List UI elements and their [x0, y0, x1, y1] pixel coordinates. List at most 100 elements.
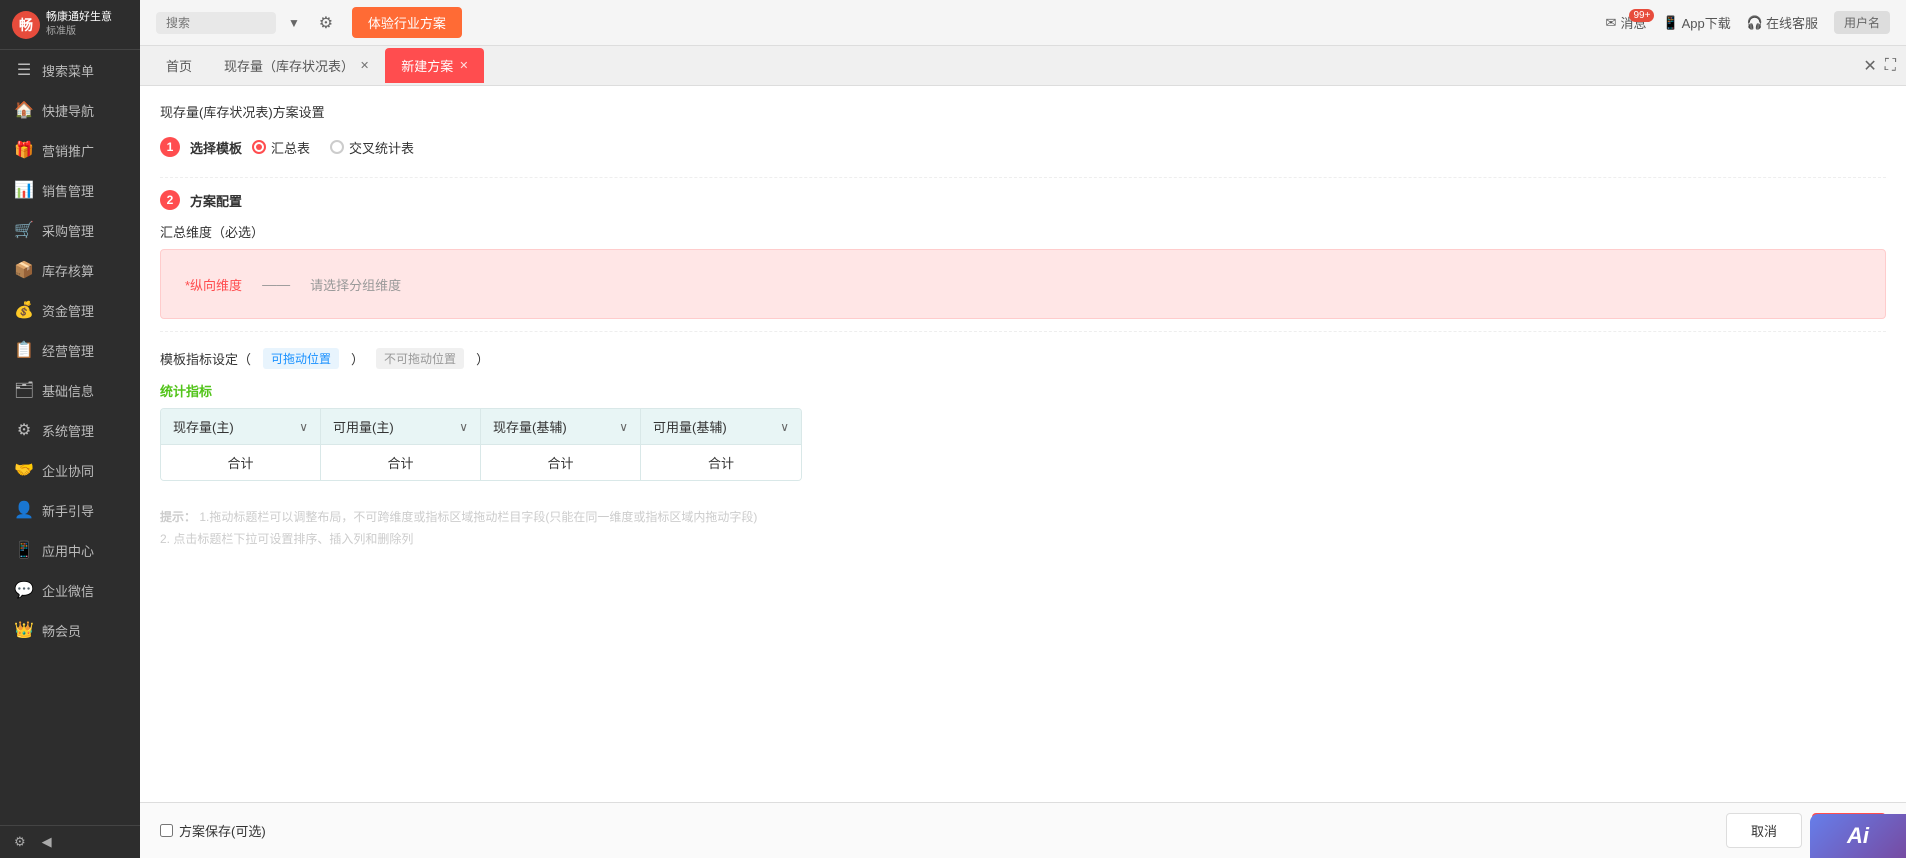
sidebar-item-label: 新手引导 [42, 501, 94, 520]
indicator-label-suffix: ） [351, 349, 364, 368]
radio-summary[interactable]: 汇总表 [252, 138, 310, 157]
tab-inventory-close[interactable]: ✕ [360, 59, 369, 72]
sidebar-item-label: 资金管理 [42, 301, 94, 320]
sidebar-footer: ⚙ ◀ [0, 825, 140, 858]
dimension-required: *纵向维度 [185, 275, 242, 294]
stats-col-1-chevron: ∨ [459, 420, 468, 434]
sidebar-item-label: 应用中心 [42, 541, 94, 560]
template-radio-group: 汇总表 交叉统计表 [252, 138, 414, 157]
stats-col-2-label: 现存量(基辅) [493, 417, 567, 436]
stats-col-3-chevron: ∨ [780, 420, 789, 434]
sidebar-item-search-menu[interactable]: ☰ 搜索菜单 [0, 50, 140, 90]
ai-label: Ai [1847, 823, 1869, 849]
online-service-button[interactable]: 🎧 在线客服 [1747, 13, 1818, 32]
page-title: 现存量(库存状况表)方案设置 [160, 102, 1886, 121]
stats-col-0-header[interactable]: 现存量(主) ∨ [161, 409, 321, 444]
tab-inventory[interactable]: 现存量（库存状况表） ✕ [208, 48, 385, 83]
dimension-placeholder: 请选择分组维度 [310, 275, 401, 294]
radio-summary-circle [252, 140, 266, 154]
stats-col-3-label: 可用量(基辅) [653, 417, 727, 436]
user-name: 用户名 [1844, 16, 1880, 30]
stats-col-1-label: 可用量(主) [333, 417, 394, 436]
separator1 [160, 177, 1886, 178]
sidebar-item-label: 系统管理 [42, 421, 94, 440]
tag-movable: 可拖动位置 [263, 348, 339, 369]
sidebar-collapse-icon[interactable]: ◀ [42, 834, 52, 850]
radio-cross-label: 交叉统计表 [349, 138, 414, 157]
stats-col-3-header[interactable]: 可用量(基辅) ∨ [641, 409, 801, 444]
tabs-bar: 首页 现存量（库存状况表） ✕ 新建方案 ✕ ✕ ⛶ [140, 46, 1906, 86]
trial-button[interactable]: 体验行业方案 [352, 7, 462, 38]
message-icon: ✉ [1606, 15, 1617, 31]
tab-close-button[interactable]: ✕ [1863, 56, 1876, 76]
stats-col-0-data: 合计 [161, 444, 321, 480]
indicator-settings-label: 模板指标设定（ 可拖动位置 ） 不可拖动位置 ） [160, 348, 1886, 369]
save-checkbox[interactable] [160, 824, 173, 837]
step1-section: 1 选择模板 汇总表 交叉统计表 [160, 137, 1886, 157]
stats-col-2-chevron: ∨ [619, 420, 628, 434]
app-download-button[interactable]: 📱 App下载 [1662, 13, 1730, 32]
message-button[interactable]: ✉ 消息 99+ [1606, 13, 1647, 32]
topbar-left: ▼ ⚙ 体验行业方案 [156, 7, 462, 38]
topbar-right: ✉ 消息 99+ 📱 App下载 🎧 在线客服 用户名 [1606, 11, 1890, 34]
sidebar-item-inventory[interactable]: 📦 库存核算 [0, 250, 140, 290]
sidebar-item-guide[interactable]: 👤 新手引导 [0, 490, 140, 530]
sidebar-item-purchase[interactable]: 🛒 采购管理 [0, 210, 140, 250]
sidebar-item-cooperation[interactable]: 🤝 企业协同 [0, 450, 140, 490]
stats-col-1-header[interactable]: 可用量(主) ∨ [321, 409, 481, 444]
sidebar-item-sales[interactable]: 📊 销售管理 [0, 170, 140, 210]
dimension-label: 汇总维度（必选） [160, 222, 1886, 241]
dimension-box: *纵向维度 —— 请选择分组维度 [160, 249, 1886, 319]
management-icon: 📋 [14, 340, 34, 360]
save-option[interactable]: 方案保存(可选) [160, 821, 266, 840]
dimension-arrow: —— [262, 276, 290, 292]
inventory-icon: 📦 [14, 260, 34, 280]
user-profile[interactable]: 用户名 [1834, 11, 1890, 34]
sidebar-item-label: 基础信息 [42, 381, 94, 400]
topbar-dropdown-icon[interactable]: ▼ [288, 16, 300, 30]
stats-col-0-label: 现存量(主) [173, 417, 234, 436]
sidebar-item-label: 快捷导航 [42, 101, 94, 120]
tab-new-plan-label: 新建方案 [401, 56, 453, 75]
step1-badge: 1 [160, 137, 180, 157]
sidebar-settings-icon[interactable]: ⚙ [14, 834, 26, 850]
tab-expand-button[interactable]: ⛶ [1885, 57, 1896, 75]
app-name: 畅康通好生意 [46, 10, 112, 25]
sidebar-item-basic[interactable]: 🗂 基础信息 [0, 370, 140, 410]
purchase-icon: 🛒 [14, 220, 34, 240]
tab-new-plan-close[interactable]: ✕ [459, 59, 468, 72]
sidebar-item-management[interactable]: 📋 经营管理 [0, 330, 140, 370]
main-area: ▼ ⚙ 体验行业方案 ✉ 消息 99+ 📱 App下载 🎧 在线客服 用户名 [140, 0, 1906, 858]
sidebar-item-member[interactable]: 👑 畅会员 [0, 610, 140, 650]
logo-text: 畅康通好生意 标准版 [46, 10, 112, 39]
cooperation-icon: 🤝 [14, 460, 34, 480]
sidebar-item-wechat[interactable]: 💬 企业微信 [0, 570, 140, 610]
stats-col-2-header[interactable]: 现存量(基辅) ∨ [481, 409, 641, 444]
sidebar-item-marketing[interactable]: 🎁 营销推广 [0, 130, 140, 170]
sidebar-item-finance[interactable]: 💰 资金管理 [0, 290, 140, 330]
tab-home[interactable]: 首页 [150, 48, 208, 83]
step2-title: 方案配置 [190, 191, 242, 210]
sidebar-item-quick-nav[interactable]: 🏠 快捷导航 [0, 90, 140, 130]
sidebar-item-label: 企业协同 [42, 461, 94, 480]
tab-new-plan[interactable]: 新建方案 ✕ [385, 48, 484, 83]
quick-nav-icon: 🏠 [14, 100, 34, 120]
sidebar-item-system[interactable]: ⚙ 系统管理 [0, 410, 140, 450]
sidebar-logo: 畅 畅康通好生意 标准版 [0, 0, 140, 50]
indicator-settings: 模板指标设定（ 可拖动位置 ） 不可拖动位置 ） 统计指标 现存量(主) ∨ [160, 348, 1886, 481]
tip-0-text: 1.拖动标题栏可以调整布局，不可跨维度或指标区域拖动栏目字段(只能在同一维度或指… [199, 510, 757, 524]
message-badge: 99+ [1629, 9, 1654, 22]
sidebar-item-label: 经营管理 [42, 341, 94, 360]
sidebar-item-app-center[interactable]: 📱 应用中心 [0, 530, 140, 570]
cancel-button[interactable]: 取消 [1726, 813, 1802, 848]
app-download-icon: 📱 [1662, 15, 1678, 31]
search-input[interactable] [156, 12, 276, 34]
tips-title: 提示： [160, 510, 196, 524]
radio-cross[interactable]: 交叉统计表 [330, 138, 414, 157]
search-menu-icon: ☰ [14, 60, 34, 80]
indicator-label-text: 模板指标设定（ [160, 349, 251, 368]
topbar-settings-button[interactable]: ⚙ [312, 9, 340, 37]
system-icon: ⚙ [14, 420, 34, 440]
ai-badge[interactable]: Ai [1810, 814, 1906, 858]
finance-icon: 💰 [14, 300, 34, 320]
